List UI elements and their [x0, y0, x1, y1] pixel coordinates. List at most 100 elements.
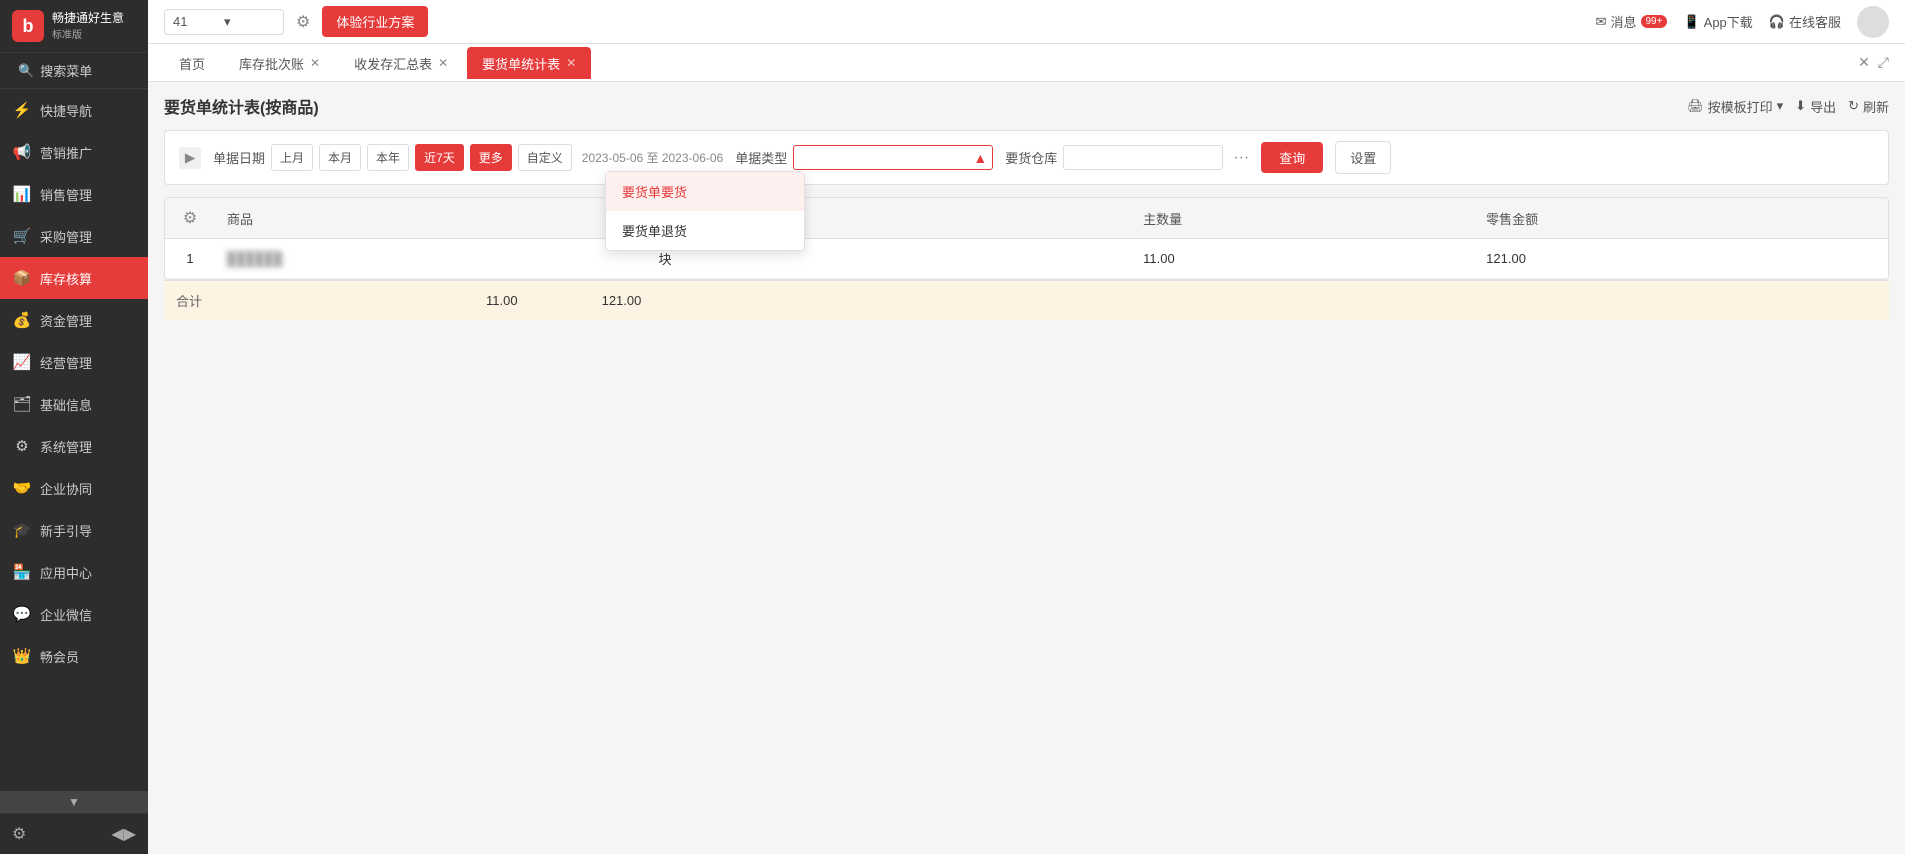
col-header-quantity: 主数量 [1131, 198, 1474, 239]
topbar-gear-icon[interactable]: ⚙ [296, 12, 310, 32]
wechat-label: 企业微信 [40, 605, 92, 624]
main-area: 41 ▾ ⚙ 体验行业方案 ✉ 消息 99+ 📱 App下载 🎧 在线客服 [148, 0, 1905, 854]
filter-date-this-month[interactable]: 本月 [319, 144, 361, 171]
quicknav-label: 快捷导航 [40, 101, 92, 120]
purchase-icon: 🛒 [12, 226, 32, 246]
sidebar-item-appcenter[interactable]: 🏪 应用中心 [0, 551, 148, 593]
filter-warehouse-group: 要货仓库 ··· [1005, 145, 1249, 170]
page-header: 要货单统计表(按商品) 🖨 按模板打印 ▾ ⬇ 导出 ↻ 刷新 [164, 94, 1889, 118]
tab-inventory-batch-close[interactable]: ✕ [310, 56, 320, 70]
filter-expand-button[interactable]: ▶ [179, 147, 201, 169]
filter-type-chevron[interactable]: ▲ [973, 150, 987, 166]
sidebar-search[interactable]: 🔍 搜索菜单 [0, 53, 148, 89]
tabs-bar: 首页 库存批次账 ✕ 收发存汇总表 ✕ 要货单统计表 ✕ ✕ ⤢ [148, 44, 1905, 82]
branch-selector[interactable]: 41 ▾ [164, 9, 284, 35]
wechat-icon: 💬 [12, 604, 32, 624]
sales-label: 销售管理 [40, 185, 92, 204]
tab-order-stats-close[interactable]: ✕ [566, 56, 576, 70]
filter-settings-button[interactable]: 设置 [1335, 141, 1391, 174]
col-header-settings[interactable]: ⚙ [165, 198, 215, 239]
data-table: ⚙ 商品 主计量单位 主数量 零售金额 [165, 198, 1888, 279]
sidebar-scroll-down[interactable]: ▼ [0, 791, 148, 813]
filter-warehouse-input[interactable] [1063, 145, 1223, 170]
dropdown-item-requisition[interactable]: 要货单要货 [606, 172, 804, 211]
col-quantity-label: 主数量 [1143, 212, 1182, 227]
print-label: 按模板打印 [1708, 97, 1773, 116]
filter-date-more[interactable]: 更多 [470, 144, 512, 171]
sidebar-item-marketing[interactable]: 📢 营销推广 [0, 131, 148, 173]
sidebar-item-guide[interactable]: 🎓 新手引导 [0, 509, 148, 551]
filter-query-button[interactable]: 查询 [1261, 142, 1323, 173]
refresh-button[interactable]: ↻ 刷新 [1848, 97, 1889, 116]
print-icon: 🖨 [1687, 98, 1704, 114]
export-button[interactable]: ⬇ 导出 [1795, 97, 1836, 116]
tabs-actions: ✕ ⤢ [1858, 54, 1889, 71]
filter-warehouse-more[interactable]: ··· [1233, 149, 1249, 167]
phone-icon: 📱 [1683, 14, 1699, 30]
app-download-button[interactable]: 📱 App下载 [1683, 12, 1752, 31]
sidebar-item-quicknav[interactable]: ⚡ 快捷导航 [0, 89, 148, 131]
filter-date-group: 单据日期 上月 本月 本年 近7天 更多 自定义 2023-05-06 至 20… [213, 144, 723, 171]
collab-label: 企业协同 [40, 479, 92, 498]
summary-label: 合计 [176, 291, 202, 310]
search-menu-label: 搜索菜单 [40, 61, 92, 80]
settings-icon[interactable]: ⚙ [12, 824, 26, 844]
guide-label: 新手引导 [40, 521, 92, 540]
user-avatar[interactable] [1857, 6, 1889, 38]
app-name: 畅捷通好生意 [52, 11, 124, 27]
tab-stock-summary-close[interactable]: ✕ [438, 56, 448, 70]
collapse-icon[interactable]: ◀▶ [111, 824, 136, 844]
filter-date-this-year[interactable]: 本年 [367, 144, 409, 171]
col-header-amount: 零售金额 [1474, 198, 1888, 239]
export-label: 导出 [1810, 97, 1836, 116]
dropdown-item-return-label: 要货单退货 [622, 224, 687, 239]
tab-order-stats[interactable]: 要货单统计表 ✕ [467, 47, 591, 79]
sidebar-item-finance[interactable]: 💰 资金管理 [0, 299, 148, 341]
sidebar-item-purchase[interactable]: 🛒 采购管理 [0, 215, 148, 257]
sidebar-item-sales[interactable]: 📊 销售管理 [0, 173, 148, 215]
tab-home[interactable]: 首页 [164, 47, 220, 79]
tab-stock-summary-label: 收发存汇总表 [354, 54, 432, 73]
table-settings-icon[interactable]: ⚙ [183, 210, 197, 227]
col-product-label: 商品 [227, 212, 253, 227]
basic-info-icon: 🗂 [12, 394, 32, 414]
finance-label: 资金管理 [40, 311, 92, 330]
sidebar-item-member[interactable]: 👑 畅会员 [0, 635, 148, 677]
online-service-button[interactable]: 🎧 在线客服 [1769, 12, 1841, 31]
sidebar-item-system[interactable]: ⚙ 系统管理 [0, 425, 148, 467]
tab-action-close-icon[interactable]: ✕ [1858, 54, 1870, 71]
sidebar: b 畅捷通好生意 标准版 🔍 搜索菜单 ⚡ 快捷导航 📢 营销推广 📊 销售管理… [0, 0, 148, 854]
member-icon: 👑 [12, 646, 32, 666]
sidebar-item-basic-info[interactable]: 🗂 基础信息 [0, 383, 148, 425]
tab-action-expand-icon[interactable]: ⤢ [1878, 54, 1889, 71]
branch-selector-chevron: ▾ [224, 14, 271, 30]
topbar-left: 41 ▾ ⚙ 体验行业方案 [164, 6, 428, 37]
branch-selector-text: 41 [173, 14, 220, 29]
app-download-label: App下载 [1704, 12, 1753, 31]
print-button[interactable]: 🖨 按模板打印 ▾ [1687, 97, 1783, 116]
cell-amount: 121.00 [1474, 239, 1888, 279]
sidebar-nav: ⚡ 快捷导航 📢 营销推广 📊 销售管理 🛒 采购管理 📦 库存核算 💰 资金管… [0, 89, 148, 791]
headset-icon: 🎧 [1769, 14, 1785, 30]
sidebar-item-collab[interactable]: 🤝 企业协同 [0, 467, 148, 509]
tab-inventory-batch-label: 库存批次账 [239, 54, 304, 73]
filter-date-custom[interactable]: 自定义 [518, 144, 572, 171]
sidebar-item-wechat[interactable]: 💬 企业微信 [0, 593, 148, 635]
dropdown-item-return[interactable]: 要货单退货 [606, 211, 804, 250]
print-chevron: ▾ [1777, 98, 1784, 114]
tab-stock-summary[interactable]: 收发存汇总表 ✕ [339, 47, 463, 79]
sidebar-item-operations[interactable]: 📈 经营管理 [0, 341, 148, 383]
sidebar-item-inventory[interactable]: 📦 库存核算 [0, 257, 148, 299]
messages-button[interactable]: ✉ 消息 99+ [1596, 12, 1668, 31]
col-amount-label: 零售金额 [1486, 212, 1538, 227]
filter-date-last-month[interactable]: 上月 [271, 144, 313, 171]
topbar: 41 ▾ ⚙ 体验行业方案 ✉ 消息 99+ 📱 App下载 🎧 在线客服 [148, 0, 1905, 44]
page-header-actions: 🖨 按模板打印 ▾ ⬇ 导出 ↻ 刷新 [1687, 97, 1889, 116]
col-header-product: 商品 [215, 198, 647, 239]
filter-date-7days[interactable]: 近7天 [415, 144, 464, 171]
promo-button[interactable]: 体验行业方案 [322, 6, 428, 37]
tab-inventory-batch[interactable]: 库存批次账 ✕ [224, 47, 335, 79]
summary-quantity: 11.00 [486, 293, 518, 308]
table-row: 1 ██████ 块 11.00 121.00 [165, 239, 1888, 279]
filter-type-input[interactable] [793, 145, 993, 170]
